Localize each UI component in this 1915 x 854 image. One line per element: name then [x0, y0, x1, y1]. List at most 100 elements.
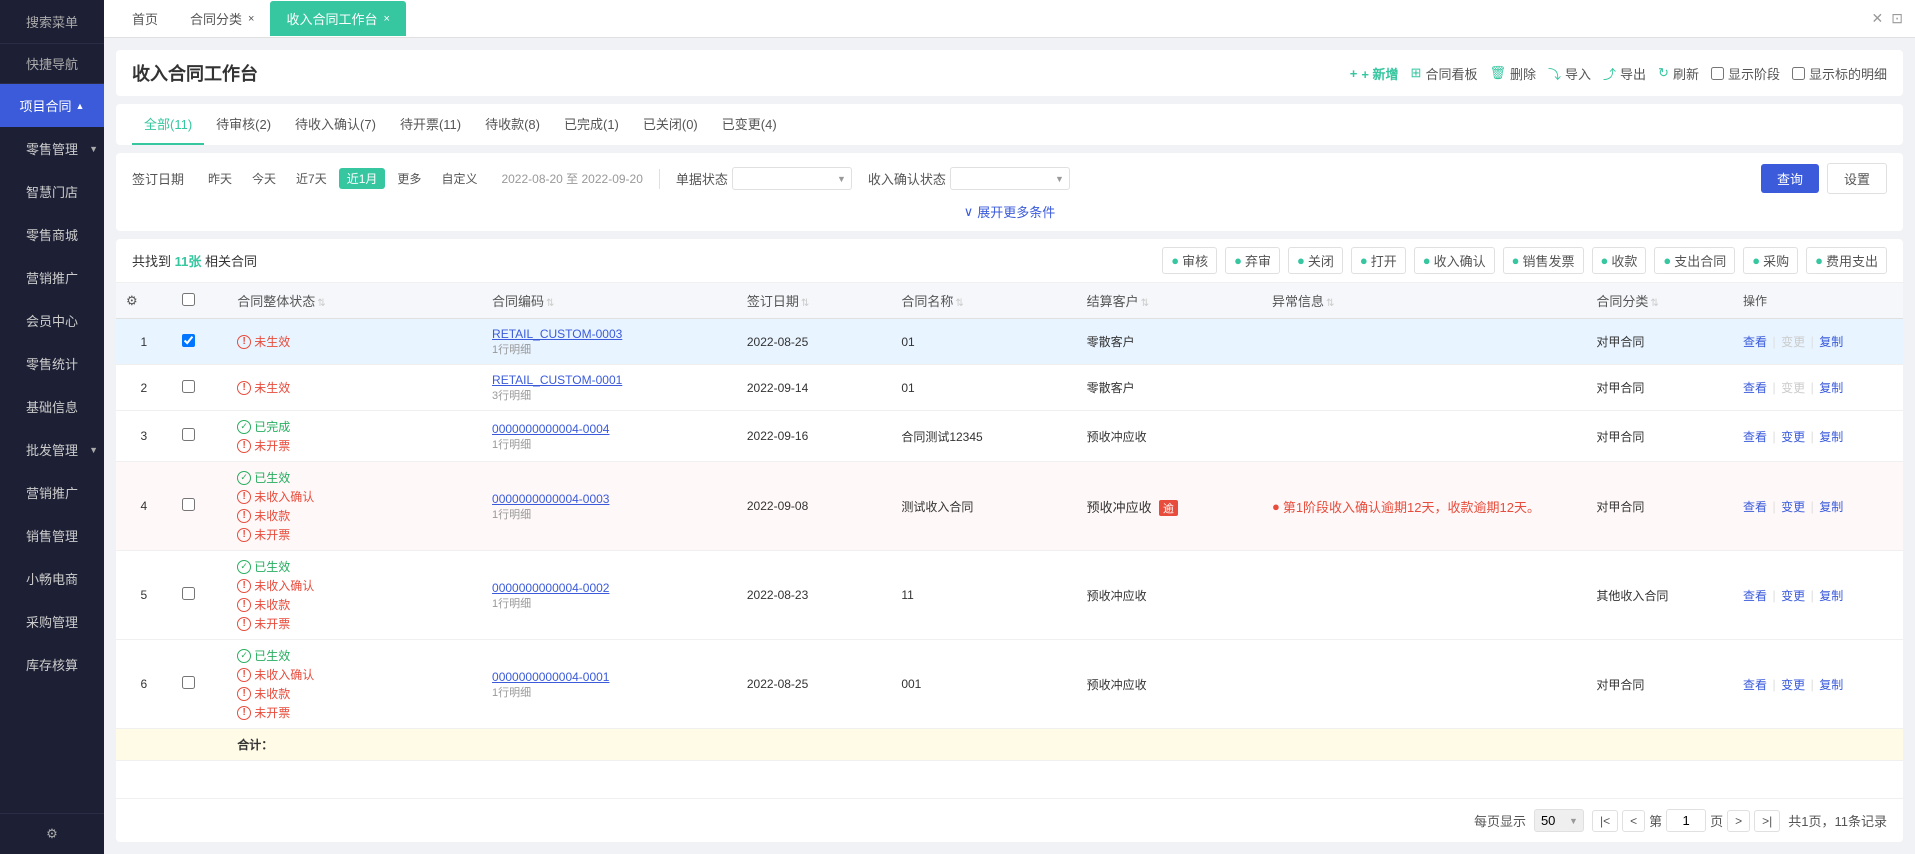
- sidebar-quick-nav[interactable]: 快捷导航: [0, 44, 104, 84]
- show-detail-checkbox[interactable]: 显示标的明细: [1792, 64, 1887, 83]
- show-fields-input[interactable]: [1711, 67, 1724, 80]
- status-tab-completed[interactable]: 已完成(1): [552, 104, 631, 145]
- row2-edit-link[interactable]: 变更: [1781, 381, 1805, 395]
- sidebar-item-member-center[interactable]: 会员中心: [0, 299, 104, 342]
- close-icon[interactable]: ✕: [1872, 10, 1884, 27]
- sidebar-search[interactable]: 搜索菜单: [0, 0, 104, 44]
- sort-abnormal-icon[interactable]: ⇅: [1326, 298, 1334, 309]
- page-input[interactable]: [1666, 809, 1706, 832]
- income-confirm-select[interactable]: [950, 167, 1070, 190]
- per-page-select[interactable]: 50 100: [1534, 809, 1584, 832]
- sidebar-item-retail-stats[interactable]: 零售统计: [0, 342, 104, 385]
- sort-status-icon[interactable]: ⇅: [317, 298, 325, 309]
- row1-copy-link[interactable]: 复制: [1819, 335, 1843, 349]
- date-btn-custom[interactable]: 自定义: [433, 168, 485, 189]
- expand-filter-button[interactable]: ∨ 展开更多条件: [964, 202, 1056, 221]
- sidebar-item-wholesale-mgmt[interactable]: 批发管理: [0, 428, 104, 471]
- date-btn-today[interactable]: 今天: [244, 168, 284, 189]
- sidebar-item-inventory[interactable]: 库存核算: [0, 643, 104, 686]
- row1-edit-link[interactable]: 变更: [1781, 335, 1805, 349]
- doc-status-select[interactable]: [732, 167, 852, 190]
- row5-edit-link[interactable]: 变更: [1781, 589, 1805, 603]
- row5-checkbox[interactable]: [172, 551, 228, 640]
- sidebar-item-smart-store[interactable]: 智慧门店: [0, 170, 104, 213]
- row6-copy-link[interactable]: 复制: [1819, 678, 1843, 692]
- action-review[interactable]: ● 审核: [1162, 247, 1217, 274]
- action-print[interactable]: ● 打开: [1351, 247, 1406, 274]
- setting-button[interactable]: 设置: [1827, 163, 1887, 194]
- date-btn-last7[interactable]: 近7天: [288, 168, 335, 189]
- sort-date-icon[interactable]: ⇅: [801, 298, 809, 309]
- row3-edit-link[interactable]: 变更: [1781, 430, 1805, 444]
- status-tab-all[interactable]: 全部(11): [132, 104, 204, 145]
- show-fields-checkbox[interactable]: 显示阶段: [1711, 64, 1780, 83]
- doc-status-select-wrapper[interactable]: [732, 167, 852, 190]
- date-btn-more[interactable]: 更多: [389, 168, 429, 189]
- action-income-confirm[interactable]: ● 收入确认: [1414, 247, 1495, 274]
- row2-view-link[interactable]: 查看: [1743, 381, 1767, 395]
- status-tab-pending-payment[interactable]: 待收款(8): [473, 104, 552, 145]
- row4-code-link[interactable]: 0000000000004-0003: [492, 492, 609, 506]
- sidebar-item-project-contract[interactable]: 项目合同 ▲: [0, 84, 104, 127]
- tab-income-contract-close[interactable]: ×: [383, 13, 389, 25]
- tab-contract-category-close[interactable]: ×: [248, 13, 254, 25]
- row2-copy-link[interactable]: 复制: [1819, 381, 1843, 395]
- tab-contract-category[interactable]: 合同分类 ×: [174, 1, 270, 36]
- row4-edit-link[interactable]: 变更: [1781, 500, 1805, 514]
- tab-income-contract[interactable]: 收入合同工作台 ×: [270, 1, 405, 36]
- sort-category-icon[interactable]: ⇅: [1650, 298, 1658, 309]
- sidebar-item-marketing2[interactable]: 营销推广: [0, 471, 104, 514]
- row6-edit-link[interactable]: 变更: [1781, 678, 1805, 692]
- status-tab-pending-review[interactable]: 待审核(2): [204, 104, 283, 145]
- col-settings[interactable]: ⚙: [116, 283, 172, 319]
- income-confirm-select-wrapper[interactable]: [950, 167, 1070, 190]
- row4-checkbox[interactable]: [172, 462, 228, 551]
- status-tab-pending-invoice[interactable]: 待开票(11): [388, 104, 473, 145]
- add-button[interactable]: + + 新增: [1350, 64, 1399, 83]
- row3-view-link[interactable]: 查看: [1743, 430, 1767, 444]
- page-first-btn[interactable]: |<: [1592, 810, 1618, 832]
- row4-copy-link[interactable]: 复制: [1819, 500, 1843, 514]
- select-all-checkbox[interactable]: [182, 293, 195, 306]
- row3-checkbox[interactable]: [172, 411, 228, 462]
- action-abandon[interactable]: ● 弃审: [1225, 247, 1280, 274]
- action-close[interactable]: ● 关闭: [1288, 247, 1343, 274]
- row2-code-link[interactable]: RETAIL_CUSTOM-0001: [492, 373, 622, 387]
- action-purchase[interactable]: ● 采购: [1743, 247, 1798, 274]
- row5-view-link[interactable]: 查看: [1743, 589, 1767, 603]
- sidebar-item-retail-mgmt[interactable]: 零售管理: [0, 127, 104, 170]
- row5-copy-link[interactable]: 复制: [1819, 589, 1843, 603]
- action-payment[interactable]: ● 收款: [1592, 247, 1647, 274]
- page-last-btn[interactable]: >|: [1754, 810, 1780, 832]
- row2-checkbox[interactable]: [172, 365, 228, 411]
- refresh-button[interactable]: ↻ 刷新: [1658, 64, 1699, 83]
- row6-view-link[interactable]: 查看: [1743, 678, 1767, 692]
- sidebar-settings[interactable]: ⚙: [0, 813, 104, 854]
- sidebar-item-base-info[interactable]: 基础信息: [0, 385, 104, 428]
- tab-home[interactable]: 首页: [116, 1, 174, 36]
- action-fee-out[interactable]: ● 费用支出: [1806, 247, 1887, 274]
- query-button[interactable]: 查询: [1761, 164, 1819, 193]
- status-tab-changed[interactable]: 已变更(4): [710, 104, 789, 145]
- page-prev-btn[interactable]: <: [1622, 810, 1645, 832]
- row1-view-link[interactable]: 查看: [1743, 335, 1767, 349]
- gear-icon[interactable]: ⚙: [126, 293, 138, 308]
- maximize-icon[interactable]: ⊡: [1891, 10, 1903, 27]
- sidebar-item-xiaochangEC[interactable]: 小畅电商: [0, 557, 104, 600]
- row3-code-link[interactable]: 0000000000004-0004: [492, 422, 609, 436]
- sort-code-icon[interactable]: ⇅: [546, 298, 554, 309]
- delete-button[interactable]: 🗑 删除: [1489, 64, 1536, 83]
- row3-copy-link[interactable]: 复制: [1819, 430, 1843, 444]
- sidebar-item-marketing[interactable]: 营销推广: [0, 256, 104, 299]
- page-next-btn[interactable]: >: [1727, 810, 1750, 832]
- kanban-button[interactable]: ⊞ 合同看板: [1411, 64, 1478, 83]
- action-expense-out[interactable]: ● 支出合同: [1654, 247, 1735, 274]
- show-detail-input[interactable]: [1792, 67, 1805, 80]
- action-sales-invoice[interactable]: ● 销售发票: [1503, 247, 1584, 274]
- sidebar-item-purchase-mgmt[interactable]: 采购管理: [0, 600, 104, 643]
- sidebar-item-sales-mgmt[interactable]: 销售管理: [0, 514, 104, 557]
- row1-code-link[interactable]: RETAIL_CUSTOM-0003: [492, 327, 622, 341]
- import-button[interactable]: ⤵ 导入: [1548, 64, 1591, 83]
- sort-name-icon[interactable]: ⇅: [955, 298, 963, 309]
- row6-checkbox[interactable]: [172, 640, 228, 729]
